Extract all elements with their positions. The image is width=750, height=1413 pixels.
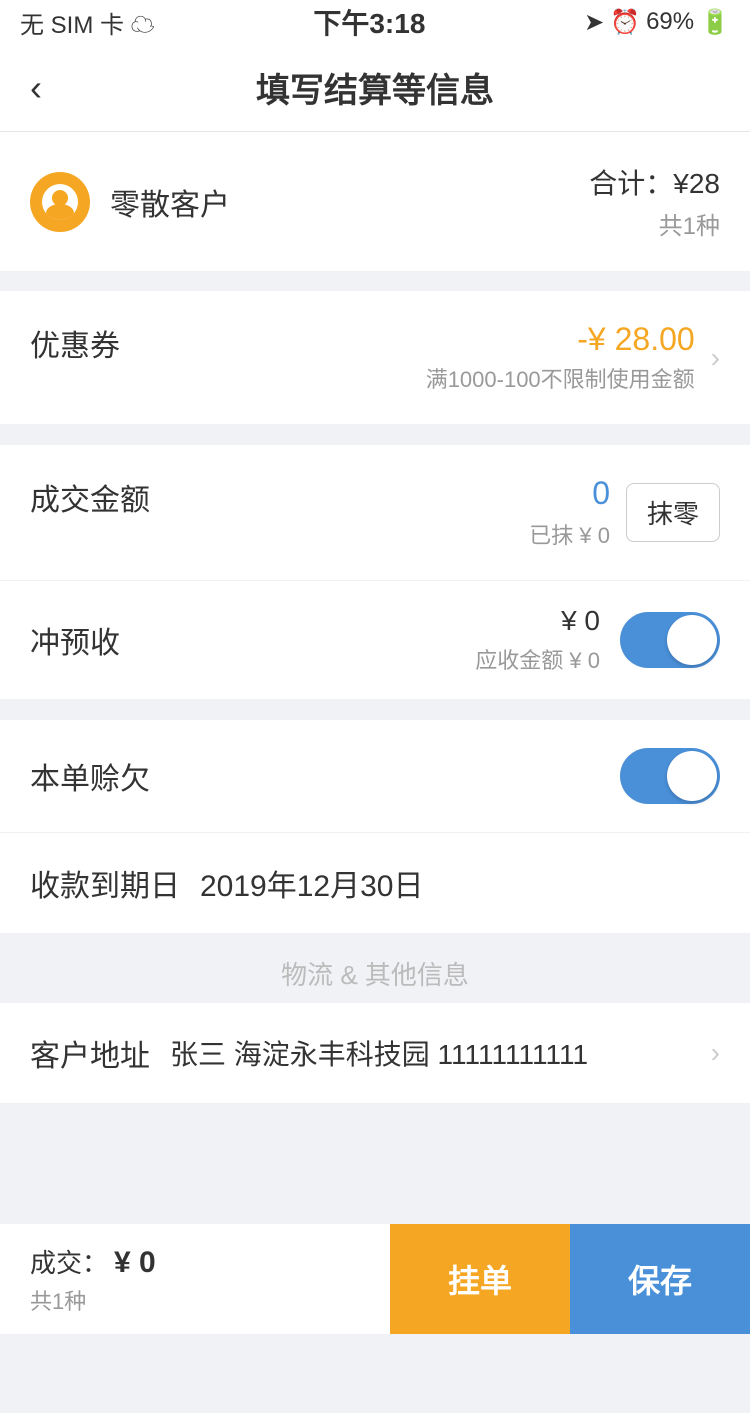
status-left: 无 SIM 卡 ☁ <box>20 5 155 40</box>
logistics-divider: 物流 & 其他信息 <box>0 943 750 1003</box>
round-zero-button[interactable]: 抹零 <box>626 483 720 542</box>
battery-text: 69% <box>646 8 694 36</box>
coupon-chevron: › <box>711 342 720 374</box>
save-button[interactable]: 保存 <box>570 1224 750 1334</box>
coupon-row[interactable]: 优惠券 -¥ 28.00 满1000-100不限制使用金额 › <box>0 291 750 425</box>
person-icon <box>42 184 78 220</box>
status-bar: 无 SIM 卡 ☁ 下午3:18 ➤ ⏰ 69% 🔋 <box>0 0 750 44</box>
bottom-deal-amount: ¥ 0 <box>114 1246 156 1280</box>
coupon-amount: -¥ 28.00 <box>426 321 695 358</box>
total-count: 共1种 <box>589 206 720 241</box>
status-time: 下午3:18 <box>313 2 425 42</box>
toggle-knob <box>667 615 717 665</box>
debit-row: 本单赊欠 <box>0 720 750 833</box>
location-icon: ➤ <box>584 8 604 37</box>
deal-amount-row: 成交金额 已抹 ¥ 0 抹零 <box>0 445 750 581</box>
customer-name: 零散客户 <box>110 180 230 224</box>
page-title: 填写结算等信息 <box>256 63 494 112</box>
back-button[interactable]: ‹ <box>30 67 42 109</box>
address-value: 张三 海淀永丰科技园 11111111111 <box>170 1033 705 1073</box>
hold-button[interactable]: 挂单 <box>390 1224 570 1334</box>
divider-3 <box>0 700 750 720</box>
status-right: ➤ ⏰ 69% 🔋 <box>584 8 730 37</box>
bottom-bar: 成交： ¥ 0 共1种 挂单 保存 <box>0 1224 750 1334</box>
battery-icon: 🔋 <box>700 8 730 37</box>
prepay-label: 冲预收 <box>30 618 120 662</box>
logistics-label: 物流 & 其他信息 <box>281 955 469 992</box>
prepay-row: 冲预收 ¥ 0 应收金额 ¥ 0 <box>0 581 750 700</box>
address-row[interactable]: 客户地址 张三 海淀永丰科技园 11111111111 › <box>0 1003 750 1103</box>
bottom-summary: 成交： ¥ 0 共1种 <box>0 1243 390 1316</box>
prepay-value: ¥ 0 <box>475 605 600 637</box>
divider-1 <box>0 271 750 291</box>
signal-text: 无 SIM 卡 ☁ <box>20 5 155 40</box>
address-chevron: › <box>711 1037 720 1069</box>
address-label: 客户地址 <box>30 1031 150 1075</box>
divider-4 <box>0 933 750 943</box>
alarm-icon: ⏰ <box>610 8 640 37</box>
address-right: › <box>705 1037 720 1069</box>
divider-2 <box>0 425 750 445</box>
deal-amount-label: 成交金额 <box>30 475 150 519</box>
deal-amount-sub: 已抹 ¥ 0 <box>529 518 610 550</box>
debit-label: 本单赊欠 <box>30 754 150 798</box>
deal-amount-input[interactable] <box>530 475 610 512</box>
bottom-count: 共1种 <box>30 1284 360 1316</box>
due-date-label: 收款到期日 <box>30 861 180 905</box>
prepay-sub: 应收金额 ¥ 0 <box>475 643 600 675</box>
debit-toggle-knob <box>667 751 717 801</box>
nav-bar: ‹ 填写结算等信息 <box>0 44 750 132</box>
due-date-value: 2019年12月30日 <box>200 861 423 905</box>
coupon-label: 优惠券 <box>30 321 120 365</box>
customer-totals: 合计：¥28 共1种 <box>589 162 720 241</box>
debit-toggle[interactable] <box>620 748 720 804</box>
customer-left: 零散客户 <box>30 172 230 232</box>
bottom-deal-label: 成交： <box>30 1243 108 1280</box>
prepay-toggle[interactable] <box>620 612 720 668</box>
coupon-subtext: 满1000-100不限制使用金额 <box>426 362 695 394</box>
total-amount: 合计：¥28 <box>589 162 720 202</box>
customer-section: 零散客户 合计：¥28 共1种 <box>0 132 750 271</box>
customer-avatar <box>30 172 90 232</box>
due-date-row[interactable]: 收款到期日 2019年12月30日 <box>0 833 750 933</box>
content-area: 零散客户 合计：¥28 共1种 优惠券 -¥ 28.00 满1000-100不限… <box>0 132 750 1413</box>
